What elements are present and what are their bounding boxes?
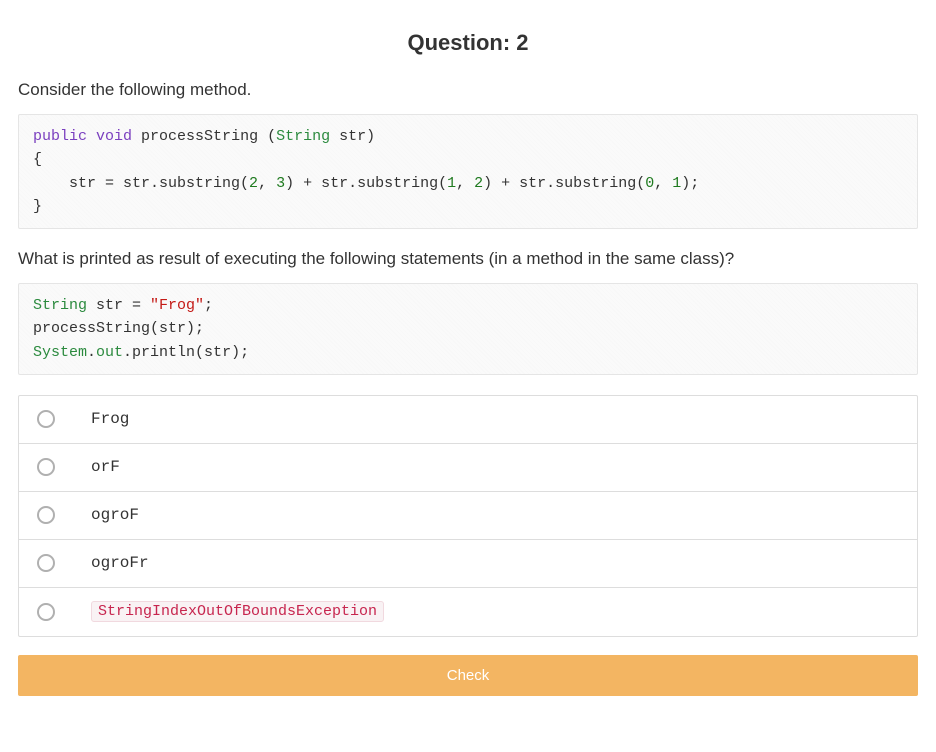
- code-token: System: [33, 344, 87, 361]
- answer-option-4[interactable]: StringIndexOutOfBoundsException: [19, 588, 917, 636]
- answer-option-2[interactable]: ogroF: [19, 492, 917, 540]
- answer-label: StringIndexOutOfBoundsException: [91, 601, 384, 622]
- prompt-text-2: What is printed as result of executing t…: [18, 249, 918, 269]
- answer-label: ogroFr: [91, 554, 149, 572]
- code-token: 2: [474, 175, 483, 192]
- code-token: .println(str);: [123, 344, 249, 361]
- code-token: [87, 128, 96, 145]
- code-token: ,: [456, 175, 474, 192]
- code-block-2: String str = "Frog"; processString(str);…: [18, 283, 918, 375]
- answer-option-0[interactable]: Frog: [19, 396, 917, 444]
- code-block-1: public void processString (String str) {…: [18, 114, 918, 229]
- code-token: 1: [672, 175, 681, 192]
- check-button[interactable]: Check: [18, 655, 918, 696]
- code-token: .: [87, 344, 96, 361]
- answer-label: ogroF: [91, 506, 139, 524]
- code-token: 1: [447, 175, 456, 192]
- radio-icon: [37, 506, 55, 524]
- code-token: processString (: [132, 128, 276, 145]
- code-token: ) + str.substring(: [483, 175, 645, 192]
- answer-list: Frog orF ogroF ogroFr StringIndexOutOfBo…: [18, 395, 918, 637]
- code-token: 2: [249, 175, 258, 192]
- code-token: ) + str.substring(: [285, 175, 447, 192]
- radio-icon: [37, 554, 55, 572]
- code-token: 3: [276, 175, 285, 192]
- answer-option-3[interactable]: ogroFr: [19, 540, 917, 588]
- radio-icon: [37, 410, 55, 428]
- code-token: ,: [258, 175, 276, 192]
- radio-icon: [37, 603, 55, 621]
- code-token: str =: [87, 297, 150, 314]
- question-title: Question: 2: [18, 30, 918, 56]
- code-token: public: [33, 128, 87, 145]
- prompt-text-1: Consider the following method.: [18, 80, 918, 100]
- code-token: 0: [645, 175, 654, 192]
- question-container: Question: 2 Consider the following metho…: [0, 0, 936, 714]
- code-token: out: [96, 344, 123, 361]
- code-token: ,: [654, 175, 672, 192]
- code-token: String: [276, 128, 330, 145]
- code-token: "Frog": [150, 297, 204, 314]
- answer-label: Frog: [91, 410, 129, 428]
- radio-icon: [37, 458, 55, 476]
- code-token: void: [96, 128, 132, 145]
- code-token: String: [33, 297, 87, 314]
- answer-option-1[interactable]: orF: [19, 444, 917, 492]
- answer-label: orF: [91, 458, 120, 476]
